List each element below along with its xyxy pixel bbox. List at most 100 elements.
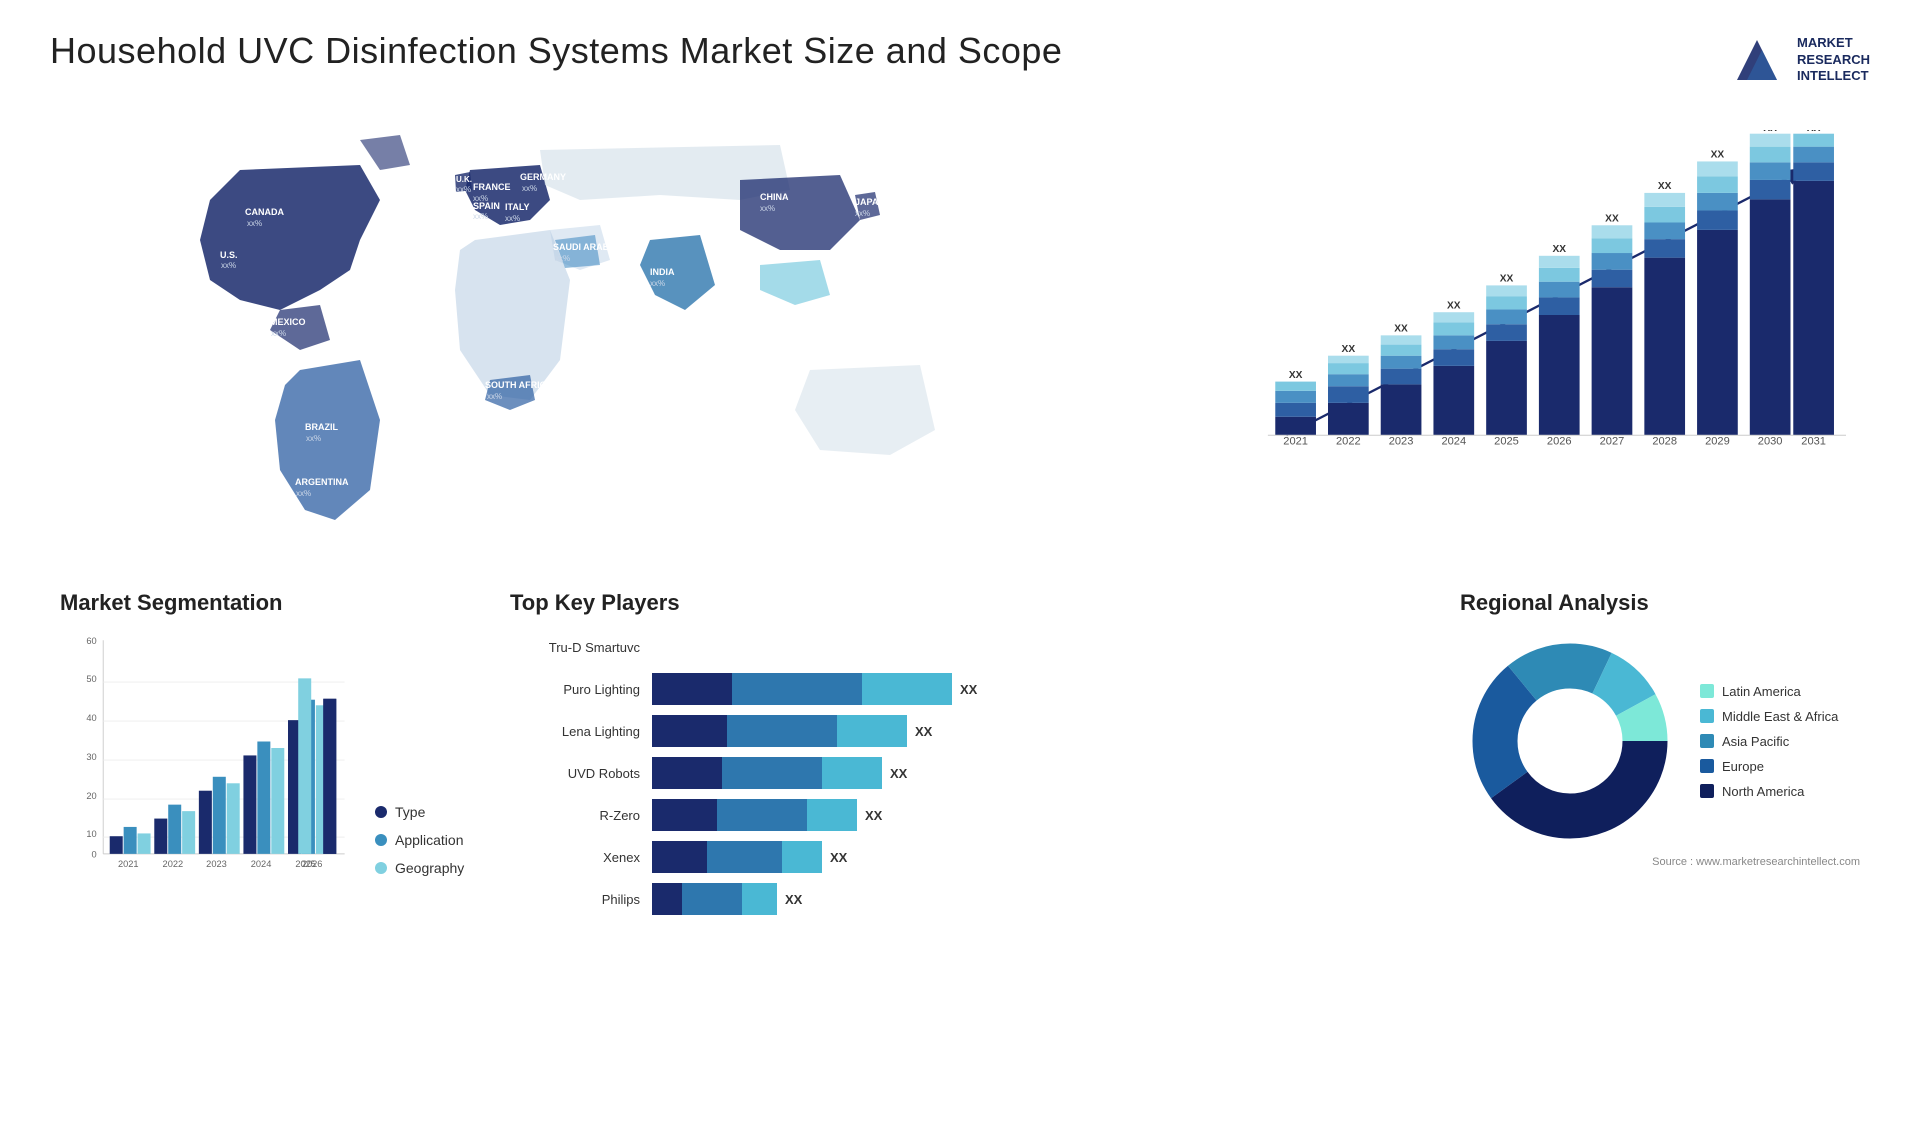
svg-text:2026: 2026 xyxy=(302,859,323,869)
legend-color-latin-america xyxy=(1700,684,1714,698)
svg-text:2025: 2025 xyxy=(1494,436,1519,448)
svg-text:2021: 2021 xyxy=(1283,436,1308,448)
svg-text:ITALY: ITALY xyxy=(505,202,530,212)
player-bar-fill-2 xyxy=(652,673,952,705)
logo-text: MARKET RESEARCH INTELLECT xyxy=(1797,35,1870,86)
legend-latin-america: Latin America xyxy=(1700,684,1838,699)
player-bar-7: XX xyxy=(652,883,1410,915)
svg-text:xx%: xx% xyxy=(855,209,870,218)
world-map-svg: CANADA xx% U.S. xx% MEXICO xx% BRAZIL xx… xyxy=(50,110,1170,550)
svg-text:2024: 2024 xyxy=(1441,436,1466,448)
segmentation-chart-svg: 60 50 40 30 20 10 0 xyxy=(60,631,360,891)
svg-text:10: 10 xyxy=(86,829,96,839)
svg-text:FRANCE: FRANCE xyxy=(473,182,511,192)
svg-text:XX: XX xyxy=(1394,324,1408,335)
legend-label-application: Application xyxy=(395,832,464,848)
player-name-4: UVD Robots xyxy=(510,766,640,781)
player-row-6: Xenex XX xyxy=(510,841,1410,873)
bar-chart-container: XX 2021 XX 2022 XX xyxy=(1190,110,1870,550)
header: Household UVC Disinfection Systems Marke… xyxy=(50,30,1870,90)
donut-chart-svg xyxy=(1460,631,1680,851)
bar-seg3 xyxy=(742,883,777,915)
top-section: CANADA xx% U.S. xx% MEXICO xx% BRAZIL xx… xyxy=(50,110,1870,550)
legend-dot-geography xyxy=(375,862,387,874)
svg-text:60: 60 xyxy=(86,636,96,646)
logo-container: MARKET RESEARCH INTELLECT xyxy=(1727,30,1870,90)
svg-text:2023: 2023 xyxy=(1389,436,1414,448)
player-bar-1 xyxy=(652,631,1410,663)
player-bar-2: XX xyxy=(652,673,1410,705)
bar-seg2 xyxy=(717,799,807,831)
players-title: Top Key Players xyxy=(510,590,1410,616)
player-name-6: Xenex xyxy=(510,850,640,865)
svg-text:CHINA: CHINA xyxy=(760,192,789,202)
svg-text:U.S.: U.S. xyxy=(220,250,238,260)
player-row-5: R-Zero XX xyxy=(510,799,1410,831)
player-name-3: Lena Lighting xyxy=(510,724,640,739)
svg-text:2024: 2024 xyxy=(251,859,272,869)
svg-text:SPAIN: SPAIN xyxy=(473,201,500,211)
bar-seg1 xyxy=(652,757,722,789)
page-container: Household UVC Disinfection Systems Marke… xyxy=(0,0,1920,1146)
bar-seg3 xyxy=(837,715,907,747)
bar-seg2 xyxy=(732,673,862,705)
player-bar-3: XX xyxy=(652,715,1410,747)
svg-text:2021: 2021 xyxy=(118,859,139,869)
player-bar-6: XX xyxy=(652,841,1410,873)
legend-label-asia-pacific: Asia Pacific xyxy=(1722,734,1789,749)
legend-label-middle-east: Middle East & Africa xyxy=(1722,709,1838,724)
bar-seg2 xyxy=(707,841,782,873)
player-row-3: Lena Lighting XX xyxy=(510,715,1410,747)
svg-text:CANADA: CANADA xyxy=(245,207,284,217)
players-chart: Tru-D Smartuvc Puro Lighting XX xyxy=(510,631,1410,915)
bar-seg1 xyxy=(652,799,717,831)
svg-text:xx%: xx% xyxy=(296,489,311,498)
segmentation-legend: Type Application Geography xyxy=(375,804,464,896)
player-bar-fill-3 xyxy=(652,715,907,747)
svg-text:20: 20 xyxy=(86,791,96,801)
bottom-section: Market Segmentation 60 50 40 30 20 1 xyxy=(50,580,1870,970)
svg-text:xx%: xx% xyxy=(247,219,262,228)
player-name-7: Philips xyxy=(510,892,640,907)
players-container: Top Key Players Tru-D Smartuvc Puro Ligh… xyxy=(500,580,1420,970)
bar-seg1 xyxy=(652,883,682,915)
legend-label-europe: Europe xyxy=(1722,759,1764,774)
svg-text:40: 40 xyxy=(86,713,96,723)
player-bar-fill-4 xyxy=(652,757,882,789)
svg-text:XX: XX xyxy=(1500,274,1514,285)
legend-color-asia-pacific xyxy=(1700,734,1714,748)
bar-seg1 xyxy=(652,715,727,747)
svg-text:30: 30 xyxy=(86,752,96,762)
source-text: Source : www.marketresearchintellect.com xyxy=(1460,856,1860,868)
player-value-2: XX xyxy=(960,682,977,697)
regional-title: Regional Analysis xyxy=(1460,590,1860,616)
player-bar-fill-6 xyxy=(652,841,822,873)
svg-text:2026: 2026 xyxy=(1547,436,1572,448)
svg-text:BRAZIL: BRAZIL xyxy=(305,422,338,432)
legend-color-north-america xyxy=(1700,784,1714,798)
legend-dot-type xyxy=(375,806,387,818)
svg-text:2030: 2030 xyxy=(1758,436,1783,448)
svg-text:ARGENTINA: ARGENTINA xyxy=(295,477,349,487)
svg-text:xx%: xx% xyxy=(221,261,236,270)
svg-text:2028: 2028 xyxy=(1652,436,1677,448)
svg-text:xx%: xx% xyxy=(473,212,488,221)
svg-text:0: 0 xyxy=(92,850,97,860)
player-bar-fill-5 xyxy=(652,799,857,831)
svg-text:2022: 2022 xyxy=(1336,436,1361,448)
legend-dot-application xyxy=(375,834,387,846)
player-bar-5: XX xyxy=(652,799,1410,831)
svg-text:JAPAN: JAPAN xyxy=(855,197,885,207)
regional-container: Regional Analysis Latin America xyxy=(1450,580,1870,970)
svg-text:XX: XX xyxy=(1807,130,1821,134)
svg-text:SAUDI ARABIA: SAUDI ARABIA xyxy=(553,242,619,252)
donut-legend: Latin America Middle East & Africa Asia … xyxy=(1700,684,1838,799)
svg-text:XX: XX xyxy=(1658,181,1672,192)
svg-text:xx%: xx% xyxy=(456,185,471,194)
logo-icon xyxy=(1727,30,1787,90)
legend-label-latin-america: Latin America xyxy=(1722,684,1801,699)
bar-seg1 xyxy=(652,841,707,873)
bar-seg1 xyxy=(652,673,732,705)
bar-seg2 xyxy=(722,757,822,789)
svg-text:INDIA: INDIA xyxy=(650,267,675,277)
